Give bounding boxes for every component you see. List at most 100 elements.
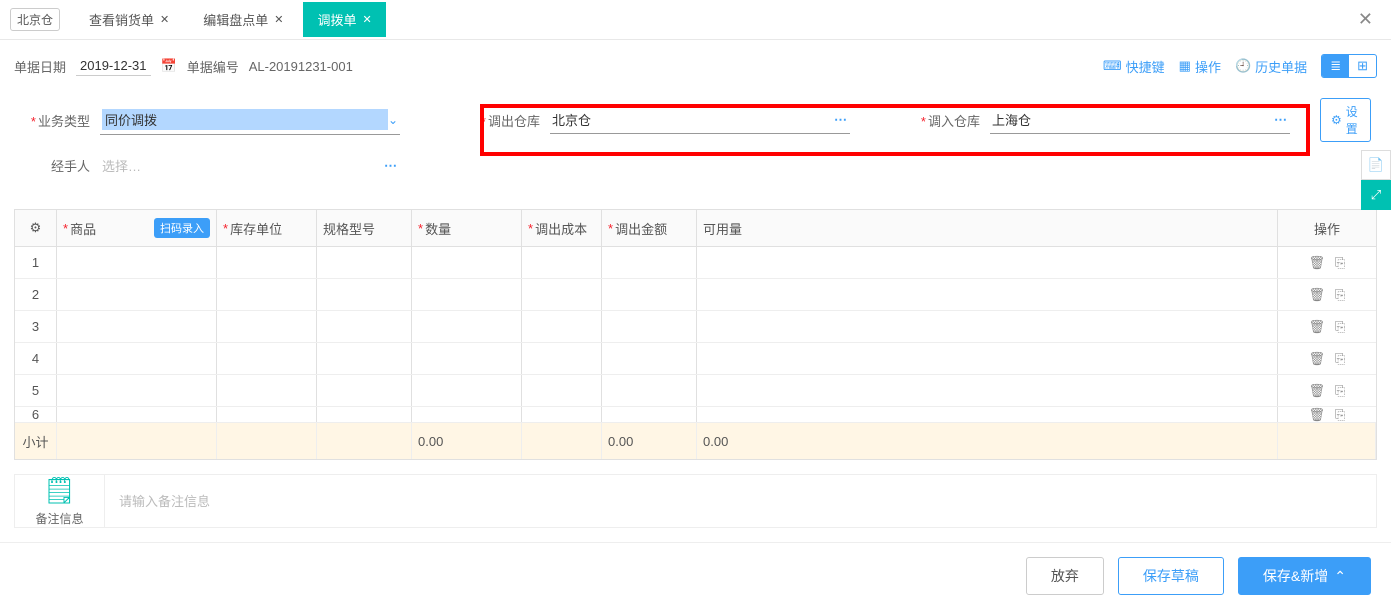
tab-edit-stock[interactable]: 编辑盘点单✕	[189, 2, 297, 37]
cell[interactable]	[697, 407, 1278, 422]
cell[interactable]	[57, 343, 217, 374]
cell[interactable]	[217, 279, 317, 310]
cell[interactable]	[522, 279, 602, 310]
out-wh-field: *调出仓库 北京仓 ⋯	[470, 106, 850, 134]
cell[interactable]	[602, 247, 697, 278]
cell[interactable]	[57, 247, 217, 278]
field-value: 上海仓	[992, 110, 1274, 129]
table-row[interactable]: 2🗑⎘	[15, 279, 1376, 311]
cell[interactable]	[697, 279, 1278, 310]
cell[interactable]	[217, 343, 317, 374]
cell[interactable]	[317, 279, 412, 310]
delete-icon[interactable]: 🗑	[1309, 255, 1326, 271]
delete-icon[interactable]: 🗑	[1309, 287, 1326, 303]
table-row[interactable]: 1 🗑 ⎘	[15, 247, 1376, 279]
cell[interactable]	[317, 247, 412, 278]
copy-icon[interactable]: ⎘	[1335, 351, 1345, 367]
cell[interactable]	[57, 311, 217, 342]
copy-icon[interactable]: ⎘	[1335, 255, 1345, 271]
cell[interactable]	[602, 375, 697, 406]
table-row[interactable]: 5🗑⎘	[15, 375, 1376, 407]
cell	[217, 423, 317, 459]
cell[interactable]	[412, 343, 522, 374]
operate-link[interactable]: ▦操作	[1179, 57, 1221, 76]
col-cost: *调出成本	[522, 210, 602, 246]
close-icon[interactable]: ✕	[274, 13, 283, 26]
delete-icon[interactable]: 🗑	[1309, 383, 1326, 399]
cell[interactable]	[697, 375, 1278, 406]
copy-icon[interactable]: ⎘	[1335, 383, 1345, 399]
delete-icon[interactable]: 🗑	[1309, 407, 1326, 423]
save-new-button[interactable]: 保存&新增⌃	[1238, 557, 1371, 595]
table-row[interactable]: 3🗑⎘	[15, 311, 1376, 343]
discard-button[interactable]: 放弃	[1026, 557, 1104, 595]
cell[interactable]	[317, 407, 412, 422]
delete-icon[interactable]: 🗑	[1309, 319, 1326, 335]
cell[interactable]	[522, 407, 602, 422]
cell[interactable]	[412, 311, 522, 342]
cell[interactable]	[217, 375, 317, 406]
copy-icon[interactable]: ⎘	[1335, 319, 1345, 335]
cell[interactable]	[412, 375, 522, 406]
subtotal-qty: 0.00	[412, 423, 522, 459]
close-panel-icon[interactable]: ✕	[1350, 9, 1381, 30]
cell[interactable]	[57, 407, 217, 422]
tab-view-sales[interactable]: 查看销货单✕	[75, 2, 183, 37]
cell[interactable]	[602, 407, 697, 422]
cell[interactable]	[697, 343, 1278, 374]
handler-select[interactable]: 选择… ⋯	[100, 152, 400, 179]
view-list-icon[interactable]: ≣	[1322, 55, 1349, 77]
cell[interactable]	[317, 375, 412, 406]
out-wh-select[interactable]: 北京仓 ⋯	[550, 106, 850, 134]
table-row[interactable]: 6🗑⎘	[15, 407, 1376, 423]
history-link[interactable]: 🕘历史单据	[1235, 57, 1307, 76]
scan-badge[interactable]: 扫码录入	[154, 218, 210, 238]
biz-type-select[interactable]: 同价调拨 ⌄	[100, 105, 400, 135]
col-gear[interactable]: ⚙	[15, 210, 57, 246]
close-icon[interactable]: ✕	[160, 13, 169, 26]
cell[interactable]	[522, 311, 602, 342]
settings-button[interactable]: ⚙设置	[1320, 98, 1371, 142]
cell[interactable]	[317, 311, 412, 342]
meta-left: 单据日期 2019-12-31 📅 单据编号 AL-20191231-001	[14, 56, 353, 76]
cell[interactable]	[317, 343, 412, 374]
cell[interactable]	[602, 311, 697, 342]
cell[interactable]	[57, 375, 217, 406]
cell[interactable]	[412, 279, 522, 310]
cell[interactable]	[697, 247, 1278, 278]
cell[interactable]	[522, 247, 602, 278]
tab-transfer[interactable]: 调拨单✕	[303, 2, 385, 37]
view-grid-icon[interactable]: ⊞	[1349, 55, 1376, 77]
cell[interactable]	[522, 375, 602, 406]
grid-header: ⚙ *商品扫码录入 *库存单位 规格型号 *数量 *调出成本 *调出金额 可用量…	[15, 210, 1376, 247]
label-text: 调出仓库	[488, 114, 540, 129]
copy-icon[interactable]: ⎘	[1335, 407, 1345, 423]
in-wh-select[interactable]: 上海仓 ⋯	[990, 106, 1290, 134]
cell[interactable]	[412, 407, 522, 422]
cell[interactable]	[57, 279, 217, 310]
chevron-down-icon: ⌄	[388, 113, 398, 127]
delete-icon[interactable]: 🗑	[1309, 351, 1326, 367]
cell[interactable]	[602, 279, 697, 310]
expand-tool-icon[interactable]: ⤢	[1361, 180, 1391, 210]
remarks-input[interactable]	[105, 475, 1376, 527]
shortcut-link[interactable]: ⌨快捷键	[1103, 57, 1165, 76]
cell[interactable]	[217, 407, 317, 422]
row-index: 2	[15, 279, 57, 310]
cell[interactable]	[602, 343, 697, 374]
row-index: 1	[15, 247, 57, 278]
row-ops: 🗑⎘	[1278, 279, 1376, 310]
copy-icon[interactable]: ⎘	[1335, 287, 1345, 303]
calendar-icon[interactable]: 📅	[161, 58, 177, 74]
cell[interactable]	[217, 247, 317, 278]
cell[interactable]	[412, 247, 522, 278]
cell[interactable]	[697, 311, 1278, 342]
close-icon[interactable]: ✕	[363, 13, 372, 26]
note-tool-icon[interactable]: 📄	[1361, 150, 1391, 180]
cell[interactable]	[522, 343, 602, 374]
date-input[interactable]: 2019-12-31	[76, 56, 151, 76]
cell[interactable]	[217, 311, 317, 342]
table-row[interactable]: 4🗑⎘	[15, 343, 1376, 375]
gear-icon: ⚙	[1331, 113, 1342, 127]
save-draft-button[interactable]: 保存草稿	[1118, 557, 1224, 595]
